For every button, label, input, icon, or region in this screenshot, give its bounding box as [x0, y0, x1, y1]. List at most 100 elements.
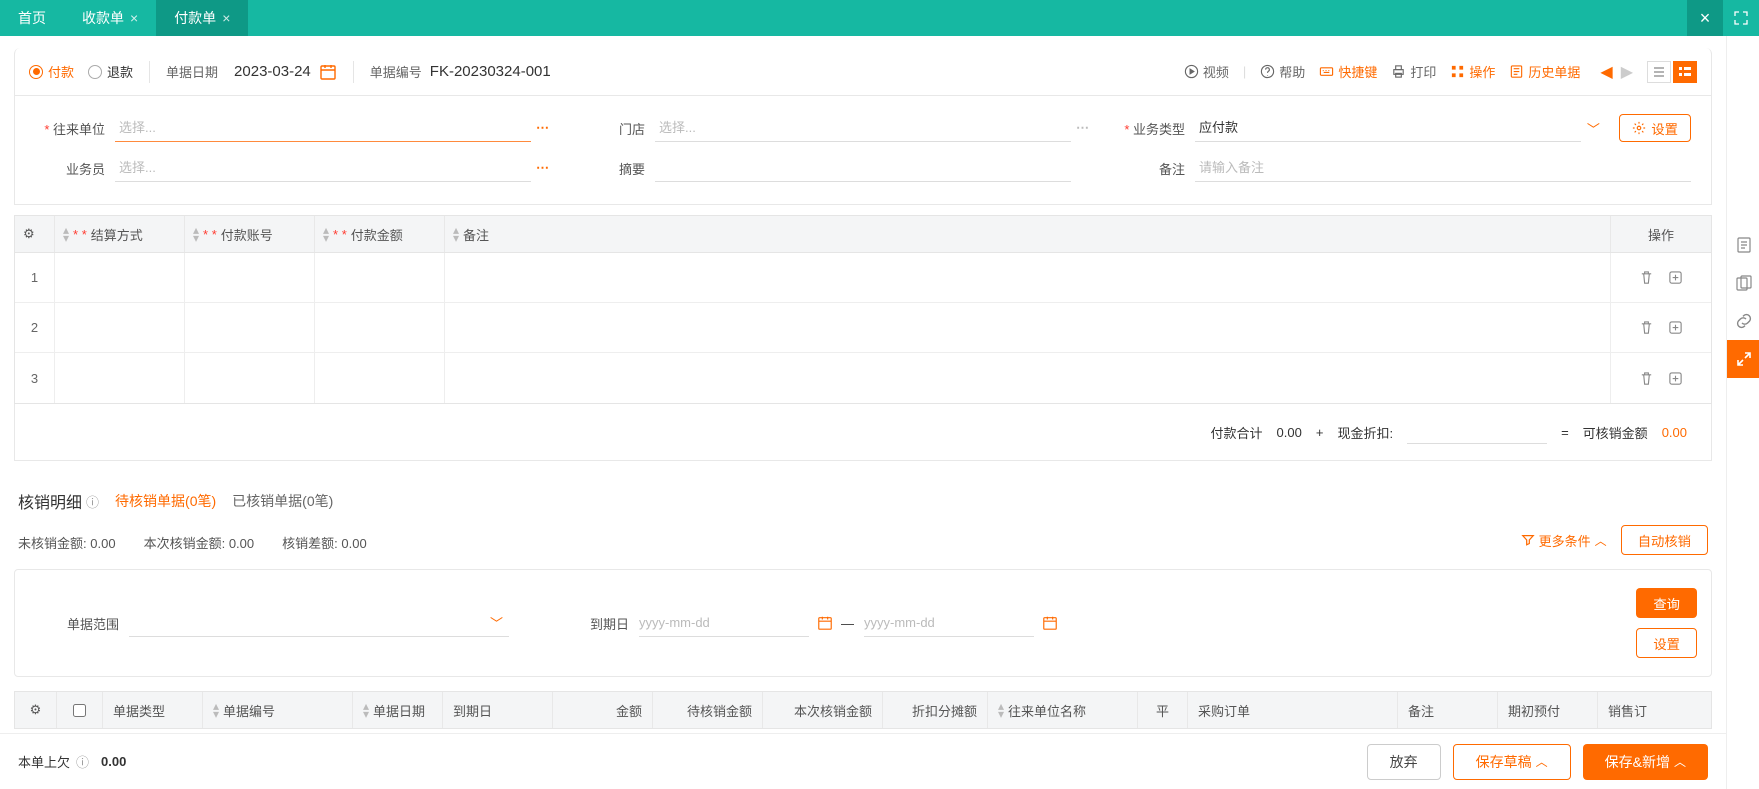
col-unitname[interactable]: ▴▾往来单位名称	[988, 692, 1138, 728]
help-link[interactable]: 帮助	[1260, 62, 1305, 81]
view-card-button[interactable]	[1673, 61, 1697, 83]
calendar-icon[interactable]	[817, 615, 833, 631]
unit-picker-icon[interactable]: ⋯	[531, 120, 555, 136]
col-due[interactable]: 到期日	[443, 692, 553, 728]
close-icon[interactable]: ×	[222, 10, 230, 26]
range-select[interactable]: ﹀	[129, 609, 509, 637]
col-thiswrite[interactable]: 本次核销金额	[763, 692, 883, 728]
video-link[interactable]: 视频	[1184, 62, 1229, 81]
cell-account[interactable]	[185, 253, 315, 302]
rail-docs-icon[interactable]	[1727, 264, 1759, 302]
unit-input[interactable]	[115, 114, 531, 142]
delete-row-icon[interactable]	[1639, 270, 1654, 285]
more-conditions-toggle[interactable]: 更多条件︿	[1521, 531, 1607, 550]
clerk-input[interactable]	[115, 154, 531, 182]
add-row-icon[interactable]	[1668, 270, 1683, 285]
rail-draft-icon[interactable]	[1727, 226, 1759, 264]
tab-home[interactable]: 首页	[0, 0, 64, 36]
calendar-icon[interactable]	[1042, 615, 1058, 631]
col-amount[interactable]: 金额	[553, 692, 653, 728]
biztype-value[interactable]: 应付款	[1195, 114, 1581, 142]
col-amount[interactable]: ▴▾*付款金额	[315, 216, 445, 252]
save-draft-button[interactable]: 保存草稿︿	[1453, 744, 1571, 780]
query-button[interactable]: 查询	[1636, 588, 1697, 618]
tab-pending[interactable]: 待核销单据(0笔)	[115, 491, 216, 511]
col-no[interactable]: ▴▾单据编号	[203, 692, 353, 728]
settings-button[interactable]: 设置	[1619, 114, 1691, 142]
col-discshare[interactable]: 折扣分摊额	[883, 692, 988, 728]
col-po[interactable]: 采购订单	[1188, 692, 1398, 728]
history-link[interactable]: 历史单据	[1509, 62, 1580, 81]
store-input[interactable]	[655, 114, 1071, 142]
cell-amount[interactable]	[315, 303, 445, 352]
chevron-down-icon[interactable]: ﹀	[1581, 119, 1605, 138]
pay-total-label: 付款合计	[1211, 423, 1263, 442]
select-all-checkbox[interactable]	[73, 704, 86, 717]
filter-settings-button[interactable]: 设置	[1636, 628, 1697, 658]
print-link[interactable]: 打印	[1391, 62, 1436, 81]
help-icon[interactable]: ⓘ	[86, 492, 99, 511]
rail-link-icon[interactable]	[1727, 302, 1759, 340]
cell-amount[interactable]	[315, 353, 445, 403]
due-to-input[interactable]	[864, 609, 1034, 637]
col-so[interactable]: 销售订	[1598, 692, 1711, 728]
col-checkbox[interactable]	[57, 692, 103, 728]
cell-remark[interactable]	[445, 253, 1611, 302]
discount-input[interactable]	[1407, 420, 1547, 444]
remark-input[interactable]	[1195, 154, 1691, 182]
table-row[interactable]: 3	[15, 353, 1711, 403]
col-ping[interactable]: 平	[1138, 692, 1188, 728]
rail-expand-icon[interactable]	[1727, 340, 1759, 378]
delete-row-icon[interactable]	[1639, 320, 1654, 335]
doc-date-field[interactable]: 单据日期 2023-03-24	[166, 62, 337, 81]
add-row-icon[interactable]	[1668, 371, 1683, 386]
cell-remark[interactable]	[445, 353, 1611, 403]
store-picker-icon[interactable]: ⋯	[1071, 120, 1095, 136]
cell-account[interactable]	[185, 353, 315, 403]
tab-receipt[interactable]: 收款单×	[64, 0, 156, 36]
col-type[interactable]: 单据类型	[103, 692, 203, 728]
operate-link[interactable]: 操作	[1450, 62, 1495, 81]
cell-remark[interactable]	[445, 303, 1611, 352]
save-new-button[interactable]: 保存&新增︿	[1583, 744, 1708, 780]
col-date[interactable]: ▴▾单据日期	[353, 692, 443, 728]
col-remark[interactable]: 备注	[1398, 692, 1498, 728]
clerk-picker-icon[interactable]: ⋯	[531, 160, 555, 176]
col-pending[interactable]: 待核销金额	[653, 692, 763, 728]
table-row[interactable]: 2	[15, 303, 1711, 353]
summary-input[interactable]	[655, 154, 1071, 182]
shortcut-link[interactable]: 快捷键	[1319, 62, 1377, 81]
fullscreen-button[interactable]	[1723, 0, 1759, 36]
close-all-button[interactable]: ×	[1687, 0, 1723, 36]
footer-bar: 本单上欠 ⓘ 0.00 放弃 保存草稿︿ 保存&新增︿	[0, 733, 1726, 789]
auto-writeoff-button[interactable]: 自动核销	[1621, 525, 1708, 555]
prev-doc-button[interactable]: ◀	[1600, 62, 1612, 82]
biztype-label: 业务类型	[1095, 119, 1195, 138]
radio-payment[interactable]: 付款	[29, 62, 74, 81]
calendar-icon[interactable]	[319, 63, 337, 81]
cell-account[interactable]	[185, 303, 315, 352]
table-row[interactable]: 1	[15, 253, 1711, 303]
cell-amount[interactable]	[315, 253, 445, 302]
view-list-button[interactable]	[1647, 61, 1671, 83]
due-label: 到期日	[579, 614, 639, 633]
due-from-input[interactable]	[639, 609, 809, 637]
cell-method[interactable]	[55, 353, 185, 403]
col-prepaid[interactable]: 期初预付	[1498, 692, 1598, 728]
radio-refund[interactable]: 退款	[88, 62, 133, 81]
cell-method[interactable]	[55, 303, 185, 352]
tab-done[interactable]: 已核销单据(0笔)	[232, 491, 333, 511]
close-icon[interactable]: ×	[130, 10, 138, 26]
col-account[interactable]: ▴▾*付款账号	[185, 216, 315, 252]
next-doc-button[interactable]: ▶	[1621, 62, 1633, 82]
col-method[interactable]: ▴▾*结算方式	[55, 216, 185, 252]
col-remark[interactable]: ▴▾备注	[445, 216, 1611, 252]
grid2-settings-icon[interactable]: ⚙	[15, 692, 57, 728]
discard-button[interactable]: 放弃	[1367, 744, 1441, 780]
help-icon[interactable]: ⓘ	[76, 752, 89, 771]
cell-method[interactable]	[55, 253, 185, 302]
add-row-icon[interactable]	[1668, 320, 1683, 335]
tab-payment[interactable]: 付款单×	[156, 0, 248, 36]
grid-settings-icon[interactable]: ⚙	[15, 216, 55, 252]
delete-row-icon[interactable]	[1639, 371, 1654, 386]
